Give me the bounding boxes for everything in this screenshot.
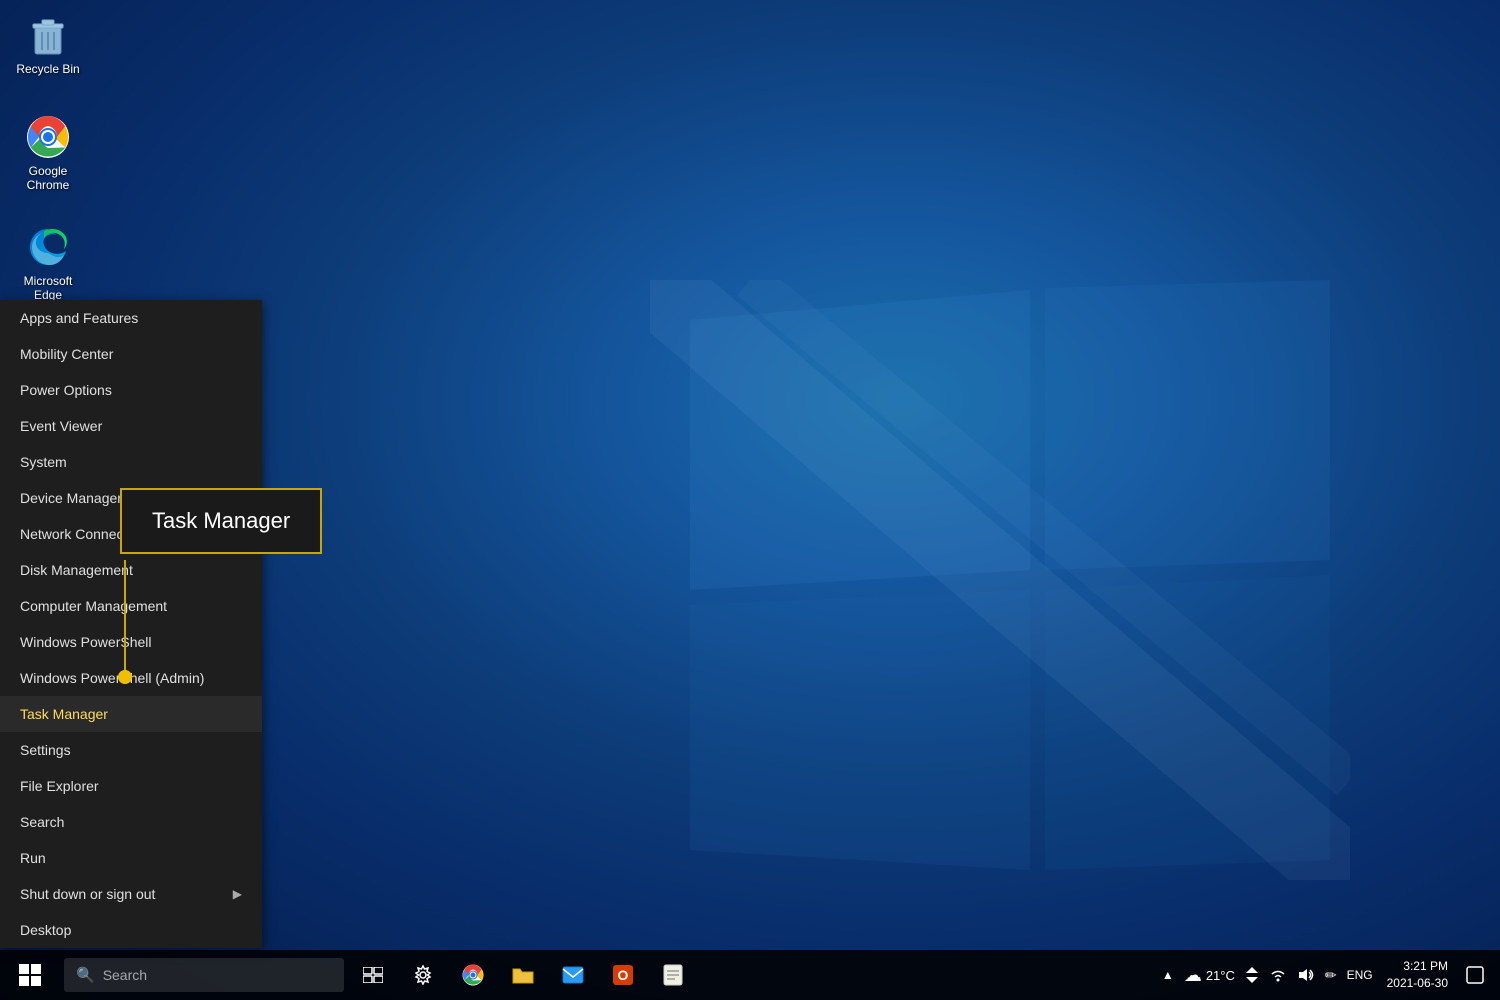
menu-item-device-manager[interactable]: Device Manager [0,480,262,516]
menu-item-computer-management[interactable]: Computer Management [0,588,262,624]
recycle-bin-icon[interactable]: Recycle Bin [8,8,88,80]
chrome-image [25,114,71,160]
search-label: Search [103,967,147,983]
windows-logo-background [650,280,1350,880]
tray-volume-icon[interactable] [1293,950,1319,1000]
edge-image [25,224,71,270]
tray-network-icon[interactable] [1241,950,1263,1000]
menu-item-disk-management[interactable]: Disk Management [0,552,262,588]
tray-weather-icon[interactable]: ☁ 21°C [1180,950,1239,1000]
weather-cloud-icon: ☁ [1184,965,1202,986]
svg-text:O: O [618,967,629,983]
menu-item-windows-powershell[interactable]: Windows PowerShell [0,624,262,660]
task-view-button[interactable] [348,950,398,1000]
shut-down-arrow-icon: ▶ [233,887,242,901]
system-clock[interactable]: 3:21 PM 2021-06-30 [1379,958,1456,992]
taskbar-file-explorer-icon[interactable] [498,950,548,1000]
tray-pen-icon[interactable]: ✏ [1321,950,1341,1000]
taskbar: 🔍 Search [0,950,1500,1000]
taskbar-search[interactable]: 🔍 Search [64,958,344,992]
taskbar-office-icon[interactable]: O [598,950,648,1000]
start-button[interactable] [0,950,60,1000]
tray-expand-button[interactable]: ▲ [1158,950,1178,1000]
menu-item-run[interactable]: Run [0,840,262,876]
taskbar-chrome-icon[interactable] [448,950,498,1000]
menu-item-desktop[interactable]: Desktop [0,912,262,948]
chrome-label: Google Chrome [12,164,84,193]
menu-item-apps-features[interactable]: Apps and Features [0,300,262,336]
taskbar-mail-icon[interactable] [548,950,598,1000]
recycle-bin-label: Recycle Bin [16,62,79,76]
menu-item-settings[interactable]: Settings [0,732,262,768]
menu-item-power-options[interactable]: Power Options [0,372,262,408]
taskbar-settings-icon[interactable] [398,950,448,1000]
desktop: Recycle Bin Google Chrome [0,0,1500,1000]
context-menu: Apps and Features Mobility Center Power … [0,300,262,948]
tray-language-label[interactable]: ENG [1343,950,1377,1000]
menu-item-mobility-center[interactable]: Mobility Center [0,336,262,372]
microsoft-edge-icon[interactable]: Microsoft Edge [8,220,88,307]
menu-item-task-manager[interactable]: Task Manager [0,696,262,732]
menu-item-search[interactable]: Search [0,804,262,840]
tray-wifi-icon[interactable] [1265,950,1291,1000]
recycle-bin-image [25,12,71,58]
search-icon: 🔍 [76,966,95,984]
temperature-label: 21°C [1206,968,1235,983]
taskbar-notes-icon[interactable] [648,950,698,1000]
system-tray: ▲ ☁ 21°C [1158,950,1500,1000]
edge-label: Microsoft Edge [12,274,84,303]
menu-item-shut-down[interactable]: Shut down or sign out ▶ [0,876,262,912]
menu-item-system[interactable]: System [0,444,262,480]
menu-item-file-explorer[interactable]: File Explorer [0,768,262,804]
google-chrome-icon[interactable]: Google Chrome [8,110,88,197]
menu-item-network-connections[interactable]: Network Connections [0,516,262,552]
menu-item-event-viewer[interactable]: Event Viewer [0,408,262,444]
task-manager-highlight-dot [118,670,132,684]
notification-button[interactable] [1458,950,1492,1000]
